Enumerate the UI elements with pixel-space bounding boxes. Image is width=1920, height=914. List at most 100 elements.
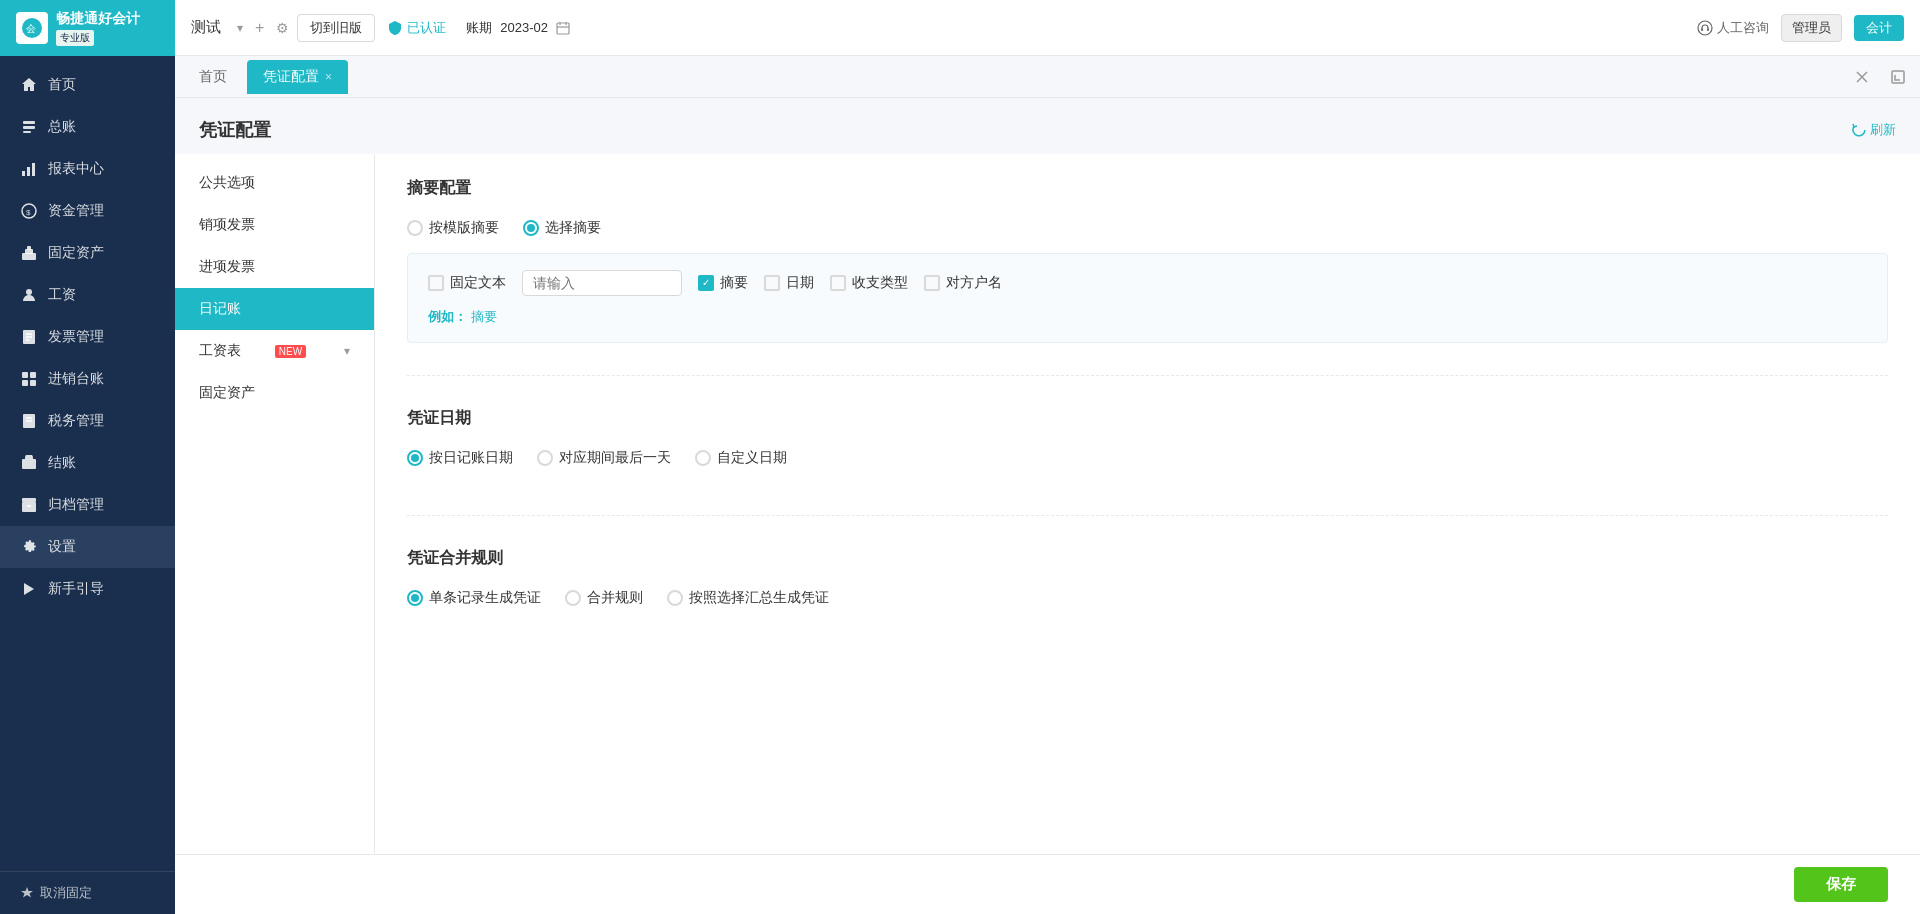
sidebar-item-home[interactable]: 首页 [0,64,175,106]
merge-section: 凭证合并规则 单条记录生成凭证 合并规则 [407,548,1888,655]
sidebar-bottom: 取消固定 [0,871,175,914]
right-content: 摘要配置 按模版摘要 选择摘要 [375,154,1920,854]
left-nav-item-fixed-assets[interactable]: 固定资产 [175,372,374,414]
checkbox-square-counterpart [924,275,940,291]
example-text: 例如： 摘要 [428,308,1867,326]
radio-merge-rule[interactable]: 合并规则 [565,589,643,607]
radio-circle-template [407,220,423,236]
save-btn[interactable]: 保存 [1794,867,1888,902]
svg-rect-30 [557,23,569,34]
sidebar-item-invoices[interactable]: 发票管理 [0,316,175,358]
sidebar-logo: 会 畅捷通好会计 专业版 [0,0,175,56]
main-area: 测试 ▾ + ⚙ 切到旧版 已认证 账期 2023-02 人工咨询 [175,0,1920,914]
svg-rect-7 [32,163,35,176]
ledger-icon [20,118,38,136]
svg-rect-12 [27,246,31,250]
svg-rect-25 [22,459,36,469]
cancel-fixed-btn[interactable]: 取消固定 [20,884,155,902]
summary-config-row: 固定文本 摘要 日期 [428,270,1867,296]
left-nav-label-sales: 销项发票 [199,216,255,232]
sidebar-item-wages[interactable]: 工资 [0,274,175,316]
assets-icon [20,244,38,262]
radio-label-select-merge: 按照选择汇总生成凭证 [689,589,829,607]
tab-home-label: 首页 [199,68,227,86]
svg-rect-6 [27,167,30,176]
radio-journal-date[interactable]: 按日记账日期 [407,449,513,467]
sidebar-label-assets: 固定资产 [48,244,104,262]
sidebar-item-guide[interactable]: 新手引导 [0,568,175,610]
checkbox-date[interactable]: 日期 [764,274,814,292]
sidebar-label-home: 首页 [48,76,76,94]
radio-custom-date[interactable]: 自定义日期 [695,449,787,467]
sidebar-item-assets[interactable]: 固定资产 [0,232,175,274]
left-nav-item-payroll[interactable]: 工资表 NEW ▾ [175,330,374,372]
sidebar-item-closing[interactable]: 结账 [0,442,175,484]
consult-btn[interactable]: 人工咨询 [1697,19,1769,37]
radio-select-summary[interactable]: 选择摘要 [523,219,601,237]
cancel-fixed-label: 取消固定 [40,884,92,902]
switch-old-version-btn[interactable]: 切到旧版 [297,14,375,42]
sidebar-item-sales-purchase[interactable]: 进销台账 [0,358,175,400]
left-nav-item-journal[interactable]: 日记账 [175,288,374,330]
two-col-layout: 公共选项 销项发票 进项发票 日记账 工资表 NEW [175,154,1920,854]
svg-rect-2 [23,121,35,124]
guide-icon [20,580,38,598]
refresh-btn[interactable]: 刷新 [1852,121,1896,139]
checkbox-summary[interactable]: 摘要 [698,274,748,292]
checkbox-fixed-text[interactable]: 固定文本 [428,274,506,292]
summary-radio-row: 按模版摘要 选择摘要 [407,219,1888,237]
svg-rect-3 [23,126,35,129]
tab-voucher-config-label: 凭证配置 [263,68,319,86]
close-window-btn[interactable] [1848,63,1876,91]
radio-period-last[interactable]: 对应期间最后一天 [537,449,671,467]
sidebar-item-settings[interactable]: 设置 [0,526,175,568]
top-bar: 测试 ▾ + ⚙ 切到旧版 已认证 账期 2023-02 人工咨询 [175,0,1920,56]
sidebar-item-archive[interactable]: 归档管理 [0,484,175,526]
sidebar-item-tax[interactable]: 税务管理 [0,400,175,442]
tab-home[interactable]: 首页 [183,60,243,94]
tab-voucher-config[interactable]: 凭证配置 × [247,60,348,94]
sidebar-label-ledger: 总账 [48,118,76,136]
user-btn[interactable]: 管理员 [1781,14,1842,42]
checkbox-counterpart[interactable]: 对方户名 [924,274,1002,292]
wages-icon [20,286,38,304]
sidebar-label-sales-purchase: 进销台账 [48,370,104,388]
page-wrapper: 凭证配置 刷新 公共选项 销项发票 [175,98,1920,914]
settings-gear-icon[interactable]: ⚙ [276,20,289,36]
sidebar-item-ledger[interactable]: 总账 [0,106,175,148]
radio-select-merge[interactable]: 按照选择汇总生成凭证 [667,589,829,607]
tax-icon [20,412,38,430]
checkbox-income-type[interactable]: 收支类型 [830,274,908,292]
svg-point-34 [1698,21,1712,35]
svg-rect-26 [22,502,36,512]
sidebar: 会 畅捷通好会计 专业版 首页 总账 [0,0,175,914]
left-nav-item-sales[interactable]: 销项发票 [175,204,374,246]
sidebar-item-funds[interactable]: $ 资金管理 [0,190,175,232]
date-section-title: 凭证日期 [407,408,1888,429]
svg-point-13 [26,289,32,295]
svg-rect-10 [22,253,36,260]
left-nav-item-public[interactable]: 公共选项 [175,162,374,204]
radio-label-custom-date: 自定义日期 [717,449,787,467]
tab-close-btn[interactable]: × [325,70,332,84]
radio-single-record[interactable]: 单条记录生成凭证 [407,589,541,607]
x-icon [1855,70,1869,84]
pin-icon [20,886,34,900]
verified-text: 已认证 [407,19,446,37]
svg-rect-20 [22,380,28,386]
left-nav-item-purchase[interactable]: 进项发票 [175,246,374,288]
sidebar-label-invoices: 发票管理 [48,328,104,346]
merge-radio-row: 单条记录生成凭证 合并规则 按照选择汇总生成凭证 [407,589,1888,607]
calendar-icon[interactable] [556,21,570,35]
checkbox-square-date [764,275,780,291]
sidebar-label-settings: 设置 [48,538,76,556]
accountant-btn[interactable]: 会计 [1854,15,1904,41]
fixed-text-input[interactable] [522,270,682,296]
dropdown-arrow-icon[interactable]: ▾ [237,21,243,35]
expand-btn[interactable] [1884,63,1912,91]
content-area: 凭证配置 刷新 公共选项 销项发票 [175,98,1920,914]
radio-template-summary[interactable]: 按模版摘要 [407,219,499,237]
sidebar-item-reports[interactable]: 报表中心 [0,148,175,190]
checkbox-square-income-type [830,275,846,291]
add-icon[interactable]: + [255,19,264,37]
